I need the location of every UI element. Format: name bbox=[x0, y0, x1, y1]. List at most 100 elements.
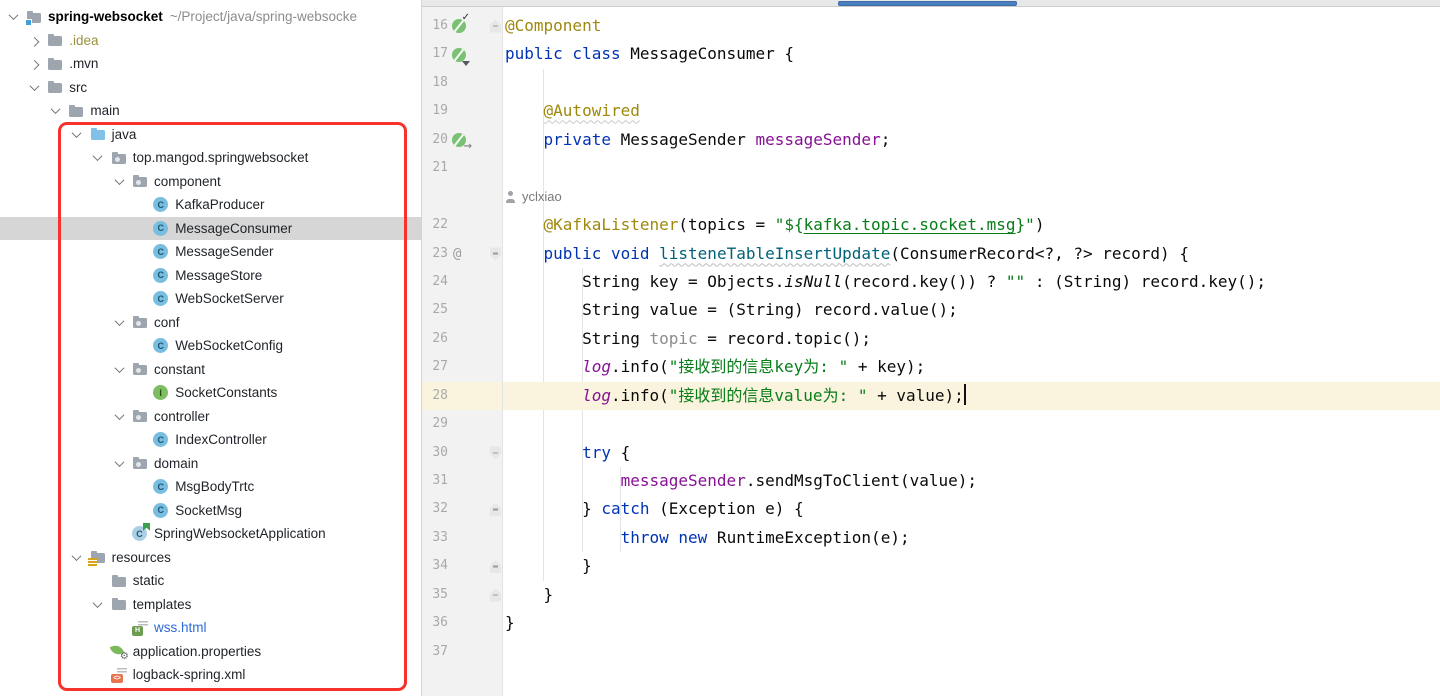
chevron-right-icon[interactable] bbox=[27, 33, 41, 47]
chevron-down-icon[interactable] bbox=[27, 80, 41, 94]
chevron-right-icon[interactable] bbox=[27, 57, 41, 71]
code-text: public void listeneTableInsertUpdate(Con… bbox=[503, 240, 1440, 268]
tree-item-messagesender[interactable]: CMessageSender bbox=[0, 240, 421, 264]
code-line-18[interactable]: 18 bbox=[422, 69, 1440, 97]
token-ann: @Component bbox=[505, 16, 601, 35]
code-line-31[interactable]: 31 messageSender.sendMsgToClient(value); bbox=[422, 467, 1440, 495]
tree-item-msgbodytrtc[interactable]: CMsgBodyTrtc bbox=[0, 475, 421, 499]
tree-item-application-properties[interactable]: ⚙application.properties bbox=[0, 640, 421, 664]
code-line-36[interactable]: 36} bbox=[422, 609, 1440, 637]
chevron-down-icon[interactable] bbox=[112, 174, 126, 188]
tree-item-socketmsg[interactable]: CSocketMsg bbox=[0, 499, 421, 523]
fold-marker-down-icon[interactable] bbox=[490, 446, 501, 459]
line-number: 21 bbox=[422, 154, 448, 182]
navigate-down-overlay-icon bbox=[462, 61, 470, 66]
tree-item-domain[interactable]: domain bbox=[0, 452, 421, 476]
code-text: messageSender.sendMsgToClient(value); bbox=[503, 467, 1440, 495]
chevron-down-icon[interactable] bbox=[91, 151, 105, 165]
token-plain: (topics = bbox=[678, 215, 774, 234]
code-lines[interactable]: 16✓@Component17public class MessageConsu… bbox=[422, 12, 1440, 666]
spring-leaf-icon bbox=[452, 48, 466, 62]
chevron-down-icon[interactable] bbox=[112, 409, 126, 423]
chevron-down-icon[interactable] bbox=[70, 127, 84, 141]
code-line-22[interactable]: 22 @KafkaListener(topics = "${kafka.topi… bbox=[422, 211, 1440, 239]
code-line-29[interactable]: 29 bbox=[422, 410, 1440, 438]
chevron-down-icon[interactable] bbox=[91, 597, 105, 611]
chevron-spacer bbox=[133, 292, 147, 306]
tree-item-messagestore[interactable]: CMessageStore bbox=[0, 264, 421, 288]
tree-item-label: IndexController bbox=[175, 428, 267, 452]
author-inlay-row[interactable]: yclxiao bbox=[422, 183, 1440, 211]
code-line-20[interactable]: 20→ private MessageSender messageSender; bbox=[422, 126, 1440, 154]
tree-item-websocketconfig[interactable]: CWebSocketConfig bbox=[0, 334, 421, 358]
fold-marker-up-icon[interactable] bbox=[490, 560, 501, 573]
tree-item-java[interactable]: java bbox=[0, 123, 421, 147]
tree-item-logback-spring-xml[interactable]: <>logback-spring.xml bbox=[0, 663, 421, 687]
code-line-28[interactable]: 28 log.info("接收到的信息value为: " + value); bbox=[422, 382, 1440, 410]
chevron-spacer bbox=[91, 574, 105, 588]
code-line-33[interactable]: 33 throw new RuntimeException(e); bbox=[422, 524, 1440, 552]
tree-item-label: constant bbox=[154, 358, 205, 382]
code-line-19[interactable]: 19 @Autowired bbox=[422, 97, 1440, 125]
tree-item-socketconstants[interactable]: ISocketConstants bbox=[0, 381, 421, 405]
code-line-25[interactable]: 25 String value = (String) record.value(… bbox=[422, 296, 1440, 324]
spring-bean-gutter-icon[interactable]: → bbox=[452, 133, 466, 147]
tree-item-src[interactable]: src bbox=[0, 76, 421, 100]
code-line-35[interactable]: 35 } bbox=[422, 581, 1440, 609]
tree-item-resources[interactable]: resources bbox=[0, 546, 421, 570]
chevron-down-icon[interactable] bbox=[70, 550, 84, 564]
token-kw: catch bbox=[601, 499, 649, 518]
fold-marker-up-icon[interactable] bbox=[490, 503, 501, 516]
chevron-down-icon[interactable] bbox=[112, 456, 126, 470]
line-number: 20 bbox=[422, 126, 448, 154]
tree-item-messageconsumer[interactable]: CMessageConsumer bbox=[0, 217, 421, 241]
code-line-26[interactable]: 26 String topic = record.topic(); bbox=[422, 325, 1440, 353]
fold-marker-down-icon[interactable] bbox=[490, 247, 501, 260]
fold-marker-up-icon[interactable] bbox=[490, 20, 501, 33]
tree-item-top-mangod-springwebsocket[interactable]: top.mangod.springwebsocket bbox=[0, 146, 421, 170]
editor-top-scrollbar-thumb[interactable] bbox=[838, 1, 1017, 7]
token-kw: private bbox=[544, 130, 611, 149]
code-line-17[interactable]: 17public class MessageConsumer { bbox=[422, 40, 1440, 68]
token-plain bbox=[505, 471, 621, 490]
chevron-down-icon[interactable] bbox=[48, 104, 62, 118]
tree-item-static[interactable]: static bbox=[0, 569, 421, 593]
spring-bean-gutter-icon[interactable]: ✓ bbox=[452, 19, 466, 33]
code-line-23[interactable]: 23@ public void listeneTableInsertUpdate… bbox=[422, 240, 1440, 268]
code-line-16[interactable]: 16✓@Component bbox=[422, 12, 1440, 40]
code-line-34[interactable]: 34 } bbox=[422, 552, 1440, 580]
token-str: "接收到的信息value为: " bbox=[669, 386, 868, 405]
tree-item-templates[interactable]: templates bbox=[0, 593, 421, 617]
tree-item-spring-websocket[interactable]: spring-websocket~/Project/java/spring-we… bbox=[0, 5, 421, 29]
spring-bean-gutter-icon[interactable] bbox=[452, 48, 466, 62]
tree-item-label: logback-spring.xml bbox=[133, 663, 246, 687]
tree-item-controller[interactable]: controller bbox=[0, 405, 421, 429]
tree-item-wss-html[interactable]: Hwss.html bbox=[0, 616, 421, 640]
editor-pane[interactable]: 16✓@Component17public class MessageConsu… bbox=[422, 0, 1440, 696]
tree-item-springwebsocketapplication[interactable]: CSpringWebsocketApplication bbox=[0, 522, 421, 546]
code-line-37[interactable]: 37 bbox=[422, 638, 1440, 666]
code-line-32[interactable]: 32 } catch (Exception e) { bbox=[422, 495, 1440, 523]
tree-item-constant[interactable]: constant bbox=[0, 358, 421, 382]
fold-marker-up-icon[interactable] bbox=[490, 588, 501, 601]
tree-item-component[interactable]: component bbox=[0, 170, 421, 194]
tree-item-idea[interactable]: .idea bbox=[0, 29, 421, 53]
tree-item-websocketserver[interactable]: CWebSocketServer bbox=[0, 287, 421, 311]
annotation-gutter-icon[interactable]: @ bbox=[453, 240, 461, 268]
editor-top-scrollbar-track[interactable] bbox=[422, 0, 1440, 7]
code-line-21[interactable]: 21 bbox=[422, 154, 1440, 182]
code-line-30[interactable]: 30 try { bbox=[422, 439, 1440, 467]
tree-item-conf[interactable]: conf bbox=[0, 311, 421, 335]
tree-item-mvn[interactable]: .mvn bbox=[0, 52, 421, 76]
chevron-down-icon[interactable] bbox=[112, 362, 126, 376]
tree-item-main[interactable]: main bbox=[0, 99, 421, 123]
code-line-27[interactable]: 27 log.info("接收到的信息key为: " + key); bbox=[422, 353, 1440, 381]
tree-item-kafkaproducer[interactable]: CKafkaProducer bbox=[0, 193, 421, 217]
chevron-spacer bbox=[133, 503, 147, 517]
code-text: log.info("接收到的信息key为: " + key); bbox=[503, 353, 1440, 381]
code-line-24[interactable]: 24 String key = Objects.isNull(record.ke… bbox=[422, 268, 1440, 296]
chevron-down-icon[interactable] bbox=[6, 10, 20, 24]
tree-item-indexcontroller[interactable]: CIndexController bbox=[0, 428, 421, 452]
resources-badge-icon bbox=[88, 558, 97, 566]
chevron-down-icon[interactable] bbox=[112, 315, 126, 329]
